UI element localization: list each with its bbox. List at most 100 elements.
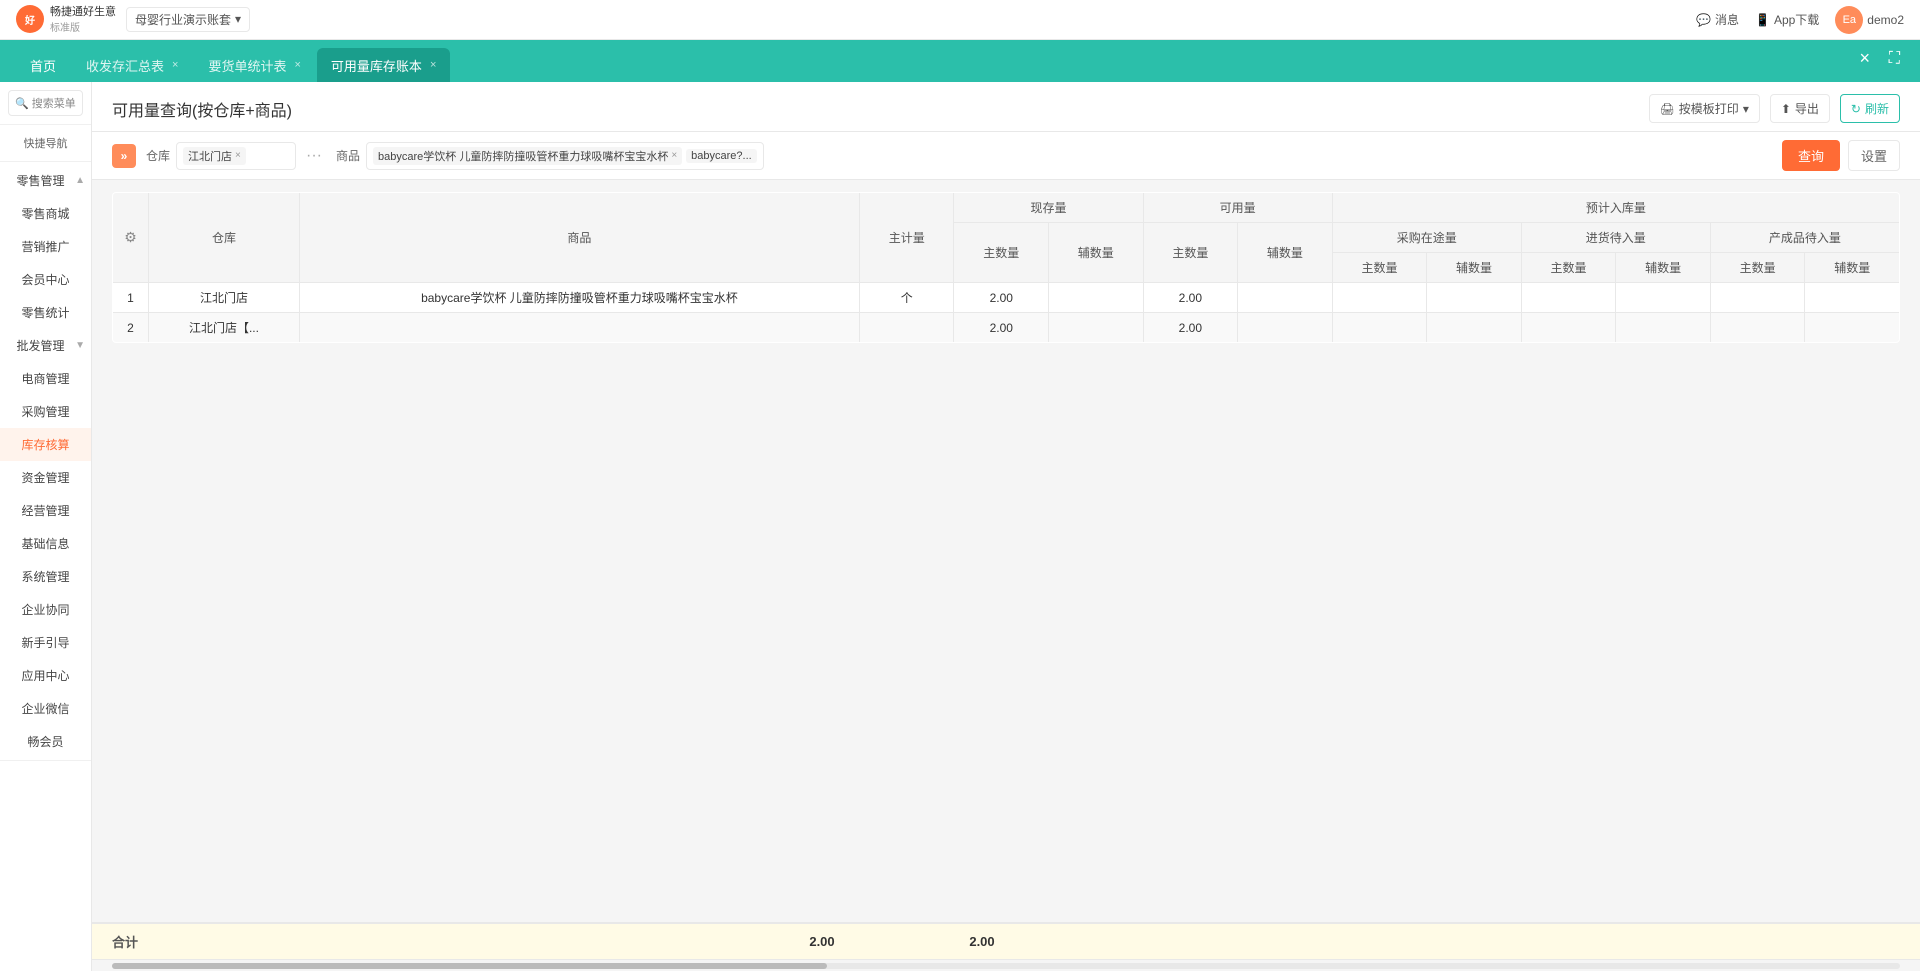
export-icon: ⬆: [1781, 102, 1791, 116]
sidebar-item-enterprise[interactable]: 企业协同: [0, 593, 91, 626]
col-product-header: 产成品待入量: [1710, 223, 1899, 253]
window-expand-btn[interactable]: ⛶: [1889, 50, 1900, 68]
logo-text: 畅捷通好生意: [50, 5, 116, 19]
search-menu-btn[interactable]: 🔍 搜索菜单: [8, 90, 83, 116]
export-btn[interactable]: ⬆ 导出: [1770, 94, 1830, 123]
row2-prod-sub: [1805, 313, 1900, 343]
warehouse-tag-close[interactable]: ×: [235, 150, 241, 161]
settings-btn[interactable]: 设置: [1848, 140, 1900, 171]
tab-available[interactable]: 可用量库存账本 ×: [317, 48, 450, 82]
finance-label: 资金管理: [6, 469, 85, 486]
warehouse-tag: 江北门店 ×: [183, 147, 246, 165]
sidebar-item-newbie[interactable]: 新手引导: [0, 626, 91, 659]
row1-unit: 个: [859, 283, 954, 313]
message-icon: 💬: [1696, 13, 1711, 27]
scroll-bar-track[interactable]: [112, 963, 1900, 969]
col-pur-sub-header: 辅数量: [1427, 253, 1522, 283]
refresh-icon: ↻: [1851, 102, 1861, 116]
retail-stats-label: 零售统计: [6, 304, 85, 321]
logo-text-block: 畅捷通好生意 标准版: [50, 5, 116, 34]
product-tag-1: babycare学饮杯 儿童防摔防撞吸管杯重力球吸嘴杯宝宝水杯 ×: [373, 147, 682, 165]
sidebar-item-wechat[interactable]: 企业微信: [0, 692, 91, 725]
row2-index: 2: [113, 313, 149, 343]
sidebar-item-base[interactable]: 基础信息: [0, 527, 91, 560]
scroll-bar-thumb[interactable]: [112, 963, 827, 969]
sidebar-item-ecommerce[interactable]: 电商管理: [0, 362, 91, 395]
user-profile[interactable]: Ea demo2: [1835, 6, 1904, 34]
tab-home[interactable]: 首页: [16, 48, 70, 82]
close-order-icon[interactable]: ×: [294, 59, 300, 71]
sidebar-item-retail-mgmt[interactable]: 零售管理 ▲: [0, 164, 91, 197]
totals-stock-main: 2.00: [782, 934, 862, 949]
close-receive-icon[interactable]: ×: [172, 59, 178, 71]
col-planned-header: 预计入库量: [1332, 193, 1899, 223]
query-btn[interactable]: 查询: [1782, 140, 1840, 171]
sidebar-item-retail-stats[interactable]: 零售统计: [0, 296, 91, 329]
search-menu-label: 搜索菜单: [32, 98, 76, 110]
row2-prod-main: [1710, 313, 1805, 343]
system-label: 系统管理: [6, 568, 85, 585]
print-btn[interactable]: 🖨 按模板打印 ▾: [1649, 94, 1760, 123]
export-label: 导出: [1795, 100, 1819, 117]
messages-label: 消息: [1715, 11, 1739, 28]
inventory-label: 库存核算: [6, 436, 85, 453]
filter-expand-btn[interactable]: »: [112, 144, 136, 168]
data-table: ⚙ 仓库 商品 主计量 现存量 可用量 预计入库量 主数量 辅数量 主数量 辅数…: [112, 192, 1900, 343]
col-available-header: 可用量: [1143, 193, 1332, 223]
row1-product: babycare学饮杯 儿童防摔防撞吸管杯重力球吸嘴杯宝宝水杯: [299, 283, 859, 313]
table-row: 2 江北门店【... 2.00 2.00: [113, 313, 1900, 343]
sidebar-item-system[interactable]: 系统管理: [0, 560, 91, 593]
scroll-bar-area: [92, 959, 1920, 971]
sidebar: 🔍 搜索菜单 零售管理 快捷导航 零售管理 ▲ 零售商城 营销推广 会员中心: [0, 82, 92, 971]
sidebar-item-marketing[interactable]: 营销推广: [0, 230, 91, 263]
close-available-icon[interactable]: ×: [430, 59, 436, 71]
row1-prod-main: [1710, 283, 1805, 313]
sidebar-item-purchase[interactable]: 采购管理: [0, 395, 91, 428]
product-tag-2-value: babycare?...: [691, 150, 752, 162]
sidebar-menu: 零售管理 ▲ 零售商城 营销推广 会员中心 零售统计 批发管理 ▼ 电商管理: [0, 162, 91, 761]
wholesale-label: 批发管理: [6, 337, 75, 354]
expand-icon: »: [121, 149, 128, 163]
product-input[interactable]: babycare学饮杯 儿童防摔防撞吸管杯重力球吸嘴杯宝宝水杯 × babyca…: [366, 142, 764, 170]
sidebar-item-finance[interactable]: 资金管理: [0, 461, 91, 494]
sidebar-item-apps[interactable]: 应用中心: [0, 659, 91, 692]
col-pur-main-header: 主数量: [1332, 253, 1427, 283]
messages-btn[interactable]: 💬 消息: [1696, 11, 1739, 28]
col-product-header: 商品: [299, 193, 859, 283]
sidebar-item-quicknav[interactable]: 零售管理 快捷导航: [0, 129, 91, 157]
app-download-btn[interactable]: 📱 App下载: [1755, 11, 1819, 28]
tab-receive[interactable]: 收发存汇总表 ×: [72, 48, 192, 82]
table-container: ⚙ 仓库 商品 主计量 现存量 可用量 预计入库量 主数量 辅数量 主数量 辅数…: [92, 180, 1920, 922]
sidebar-item-ops[interactable]: 经营管理: [0, 494, 91, 527]
col-warehouse-header: 仓库: [149, 193, 300, 283]
sidebar-item-wholesale[interactable]: 批发管理 ▼: [0, 329, 91, 362]
row2-product: [299, 313, 859, 343]
sidebar-nav-quicknav: 零售管理 快捷导航: [0, 125, 91, 162]
vip-label: 畅会员: [6, 733, 85, 750]
refresh-btn[interactable]: ↻ 刷新: [1840, 94, 1900, 123]
row1-pur-sub: [1427, 283, 1522, 313]
ops-label: 经营管理: [6, 502, 85, 519]
tab-order[interactable]: 要货单统计表 ×: [194, 48, 314, 82]
industry-selector[interactable]: 母婴行业演示账套 ▾: [126, 7, 250, 32]
phone-icon: 📱: [1755, 13, 1770, 27]
window-close-btn[interactable]: ×: [1859, 48, 1870, 69]
sidebar-item-inventory[interactable]: 库存核算: [0, 428, 91, 461]
product-filter-group: 商品 babycare学饮杯 儿童防摔防撞吸管杯重力球吸嘴杯宝宝水杯 × bab…: [336, 142, 764, 170]
row1-avail-main: 2.00: [1143, 283, 1238, 313]
warehouse-filter-label: 仓库: [146, 147, 170, 164]
totals-avail-main: 2.00: [942, 934, 1022, 949]
page-actions: 🖨 按模板打印 ▾ ⬆ 导出 ↻ 刷新: [1649, 94, 1900, 123]
warehouse-input[interactable]: 江北门店 ×: [176, 142, 296, 170]
sidebar-item-vip[interactable]: 畅会员: [0, 725, 91, 758]
sidebar-item-member[interactable]: 会员中心: [0, 263, 91, 296]
sidebar-item-retail-shop[interactable]: 零售商城: [0, 197, 91, 230]
col-settings-header[interactable]: ⚙: [113, 193, 149, 283]
product-tag-1-close[interactable]: ×: [671, 150, 677, 161]
search-icon: 🔍: [15, 98, 29, 110]
retail-mgmt-label: 零售管理: [6, 172, 75, 189]
row2-pur-main: [1332, 313, 1427, 343]
base-label: 基础信息: [6, 535, 85, 552]
totals-row: 合计 2.00 2.00: [92, 922, 1920, 959]
warehouse-more-icon[interactable]: ···: [302, 147, 326, 165]
